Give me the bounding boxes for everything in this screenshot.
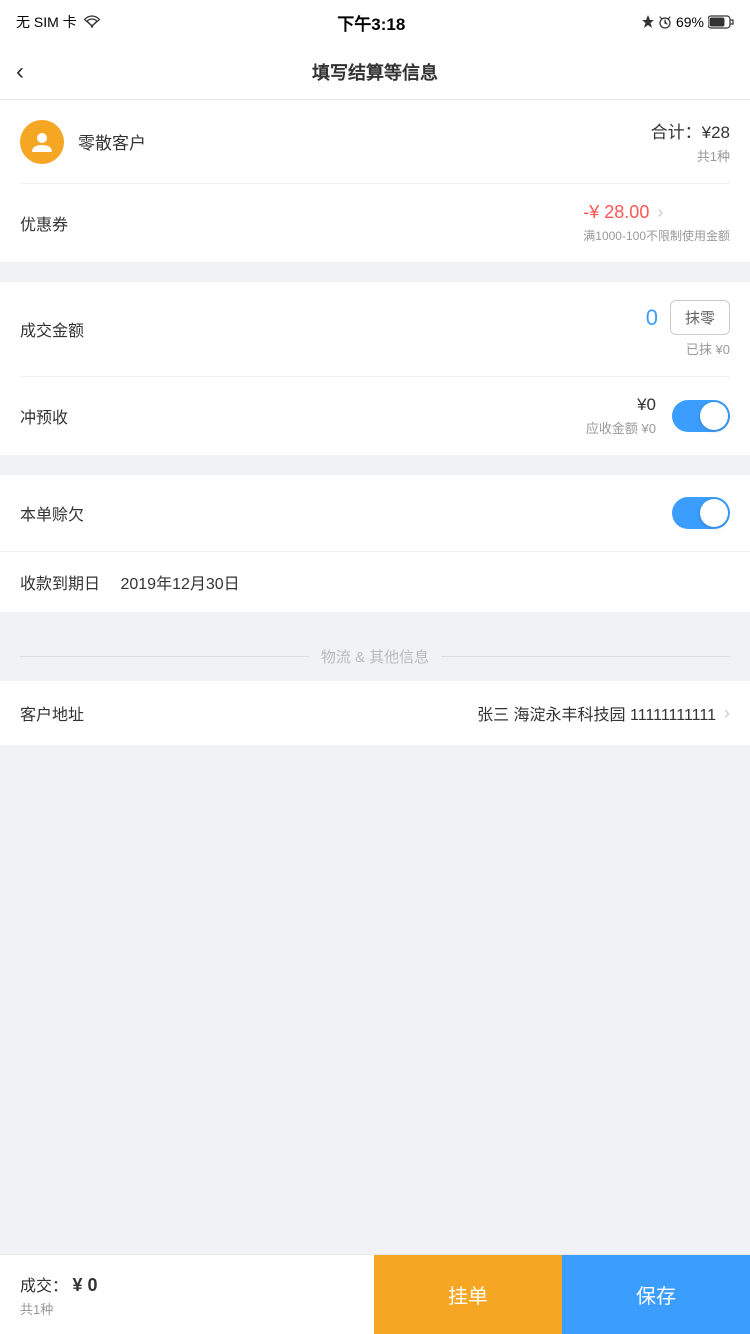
line-left — [20, 656, 309, 657]
due-date-label: 收款到期日 — [20, 576, 100, 593]
status-right: 69% — [642, 14, 734, 30]
bottom-summary: 成交： ¥ 0 共1种 — [0, 1272, 374, 1318]
advance-label: 冲预收 — [20, 404, 68, 428]
address-value: 张三 海淀永丰科技园 11111111111 — [477, 701, 716, 725]
bottom-deal-amount: ¥ 0 — [72, 1275, 97, 1295]
section-sep-1 — [0, 272, 750, 282]
wifi-icon — [83, 15, 101, 29]
due-date-row: 收款到期日 2019年12月30日 — [0, 551, 750, 612]
round-zero-button[interactable]: 抹零 — [670, 300, 730, 335]
bottom-deal: 成交： ¥ 0 — [20, 1272, 354, 1296]
section-sep-3 — [0, 622, 750, 632]
coupon-label: 优惠券 — [20, 211, 68, 235]
nav-bar: ‹ 填写结算等信息 — [0, 44, 750, 100]
deal-amount-section: 成交金额 0 抹零 已抹 ¥0 冲预收 ¥0 应收金额 ¥0 — [0, 282, 750, 455]
coupon-desc: 满1000-100不限制使用金额 — [583, 227, 730, 244]
back-button[interactable]: ‹ — [16, 58, 24, 86]
avatar-icon — [28, 128, 56, 156]
deal-label: 成交： — [20, 1278, 68, 1295]
advance-toggle[interactable] — [672, 400, 730, 432]
status-time: 下午3:18 — [337, 10, 405, 35]
address-label: 客户地址 — [20, 701, 84, 725]
battery-text: 69% — [676, 14, 704, 30]
status-left: 无 SIM 卡 — [16, 12, 101, 32]
advance-amount-value: ¥0 — [586, 395, 656, 415]
bottom-bar: 成交： ¥ 0 共1种 挂单 保存 — [0, 1254, 750, 1334]
debt-toggle-knob — [700, 499, 728, 527]
debt-row: 本单赊欠 — [0, 475, 750, 551]
page-title: 填写结算等信息 — [312, 59, 438, 85]
pending-button[interactable]: 挂单 — [374, 1255, 562, 1334]
deal-amount-value[interactable]: 0 — [618, 305, 658, 331]
section-sep-2 — [0, 465, 750, 475]
debt-label: 本单赊欠 — [20, 501, 84, 525]
address-right: 张三 海淀永丰科技园 11111111111 › — [477, 701, 730, 725]
receivable-text: 应收金额 ¥0 — [586, 418, 656, 437]
due-date-value: 2019年12月30日 — [120, 576, 239, 593]
debt-toggle[interactable] — [672, 497, 730, 529]
customer-name: 零散客户 — [78, 129, 146, 154]
advance-row: 冲预收 ¥0 应收金额 ¥0 — [0, 377, 750, 455]
toggle-knob — [700, 402, 728, 430]
sim-label: 无 SIM 卡 — [16, 12, 77, 32]
address-row[interactable]: 客户地址 张三 海淀永丰科技园 11111111111 › — [0, 681, 750, 745]
bottom-count: 共1种 — [20, 1299, 354, 1318]
deal-amount-right: 0 抹零 已抹 ¥0 — [618, 300, 730, 358]
debt-section: 本单赊欠 收款到期日 2019年12月30日 — [0, 475, 750, 612]
avatar — [20, 120, 64, 164]
chevron-right-icon: › — [657, 202, 663, 223]
coupon-row[interactable]: 优惠券 -¥ 28.00 › 满1000-100不限制使用金额 — [0, 184, 750, 262]
already-zeroed-text: 已抹 ¥0 — [618, 339, 730, 358]
address-section: 客户地址 张三 海淀永丰科技园 11111111111 › — [0, 681, 750, 745]
customer-section: 零散客户 合计：¥28 共1种 优惠券 -¥ 28.00 › 满1000-100… — [0, 100, 750, 262]
customer-row: 零散客户 合计：¥28 共1种 — [0, 100, 750, 183]
line-right — [441, 656, 730, 657]
alarm-icon — [658, 15, 672, 29]
location-icon — [642, 15, 654, 29]
customer-total: 合计：¥28 共1种 — [651, 118, 730, 165]
coupon-amount: -¥ 28.00 — [583, 202, 649, 223]
deal-amount-label: 成交金额 — [20, 317, 84, 341]
total-count: 共1种 — [651, 146, 730, 165]
status-bar: 无 SIM 卡 下午3:18 69% — [0, 0, 750, 44]
logistics-label: 物流 & 其他信息 — [321, 646, 429, 667]
coupon-right: -¥ 28.00 › 满1000-100不限制使用金额 — [583, 202, 730, 244]
total-amount: 合计：¥28 — [651, 118, 730, 143]
advance-amounts: ¥0 应收金额 ¥0 — [586, 395, 656, 437]
save-button[interactable]: 保存 — [562, 1255, 750, 1334]
battery-icon — [708, 15, 734, 29]
content: 零散客户 合计：¥28 共1种 优惠券 -¥ 28.00 › 满1000-100… — [0, 100, 750, 855]
address-chevron-icon: › — [724, 703, 730, 724]
logistics-sep: 物流 & 其他信息 — [0, 632, 750, 681]
deal-amount-row: 成交金额 0 抹零 已抹 ¥0 — [0, 282, 750, 376]
